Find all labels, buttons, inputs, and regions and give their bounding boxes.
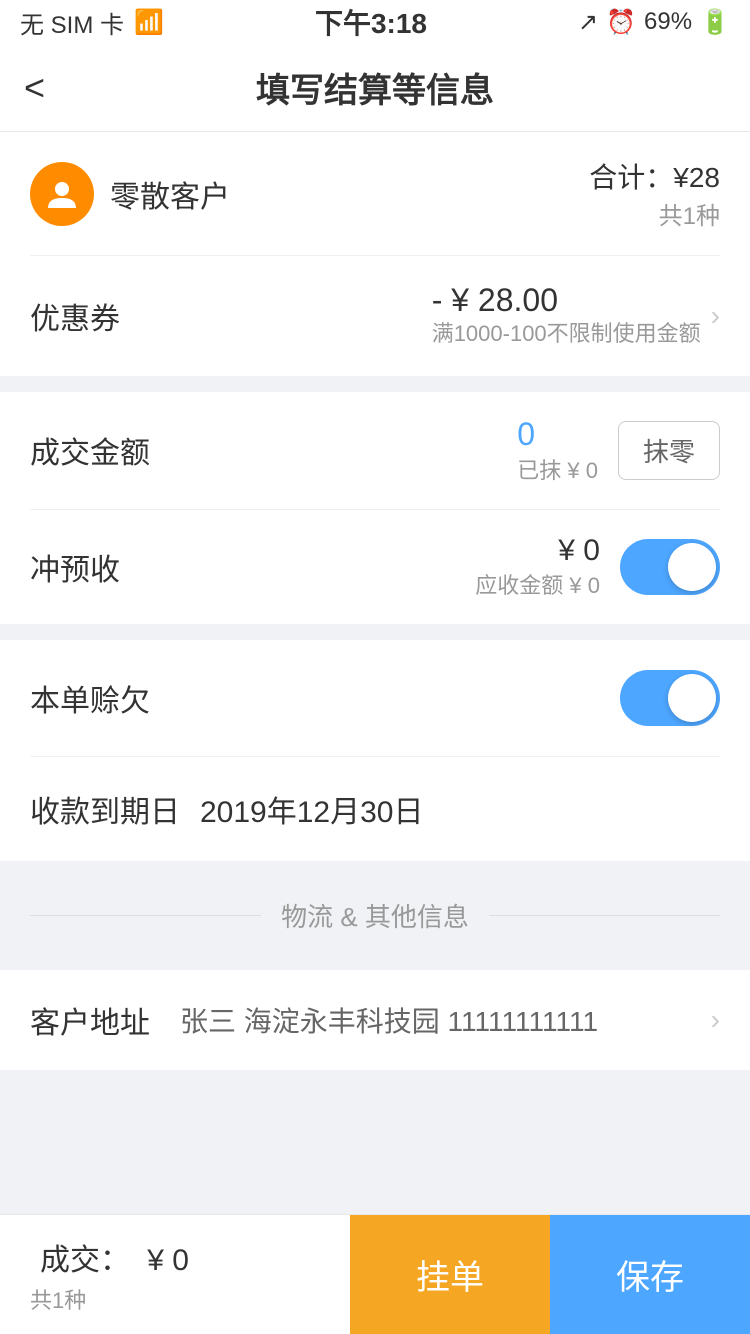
- prepay-right: ¥ 0 应收金额 ¥ 0: [475, 534, 720, 600]
- customer-section: 零散客户 合计：¥28 共1种 优惠券 - ¥ 28.00 满1000-100不…: [0, 132, 750, 376]
- total-count: 共1种: [589, 196, 720, 231]
- due-date-value: 2019年12月30日: [200, 787, 423, 831]
- save-button[interactable]: 保存: [550, 1215, 750, 1334]
- customer-name: 零散客户: [110, 172, 230, 216]
- coupon-desc: 满1000-100不限制使用金额: [432, 319, 701, 350]
- prepay-label: 冲预收: [30, 545, 120, 589]
- wifi-icon: 📶: [134, 8, 164, 37]
- amount-sub: 已抹 ¥ 0: [517, 453, 598, 485]
- battery-label: 69%: [644, 8, 692, 36]
- alarm-icon: ⏰: [606, 8, 636, 37]
- coupon-chevron-icon: ›: [711, 300, 720, 332]
- prepay-receivable: 应收金额 ¥ 0: [475, 568, 600, 600]
- prepay-row: 冲预收 ¥ 0 应收金额 ¥ 0: [30, 510, 720, 624]
- debt-row: 本单赊欠: [30, 640, 720, 757]
- round-zero-button[interactable]: 抹零: [618, 421, 720, 480]
- amount-value: 0: [517, 416, 598, 453]
- transaction-section: 成交金额 0 已抹 ¥ 0 抹零 冲预收 ¥ 0 应收金额 ¥ 0: [0, 392, 750, 624]
- location-icon: ↗: [578, 8, 598, 37]
- customer-row: 零散客户 合计：¥28 共1种: [0, 132, 750, 255]
- coupon-right: - ¥ 28.00 满1000-100不限制使用金额 ›: [432, 282, 720, 350]
- nav-bar: < 填写结算等信息: [0, 44, 750, 132]
- date-row: 收款到期日 2019年12月30日: [30, 757, 720, 861]
- due-date-label: 收款到期日: [30, 787, 180, 831]
- transaction-amount-right: 0 已抹 ¥ 0 抹零: [517, 416, 720, 485]
- address-row[interactable]: 客户地址 张三 海淀永丰科技园 11111111111 ›: [0, 970, 750, 1070]
- status-bar: 无 SIM 卡 📶 下午3:18 ↗ ⏰ 69% 🔋: [0, 0, 750, 44]
- hold-button[interactable]: 挂单: [350, 1215, 550, 1334]
- coupon-info: - ¥ 28.00 满1000-100不限制使用金额: [432, 282, 701, 350]
- address-section: 客户地址 张三 海淀永丰科技园 11111111111 ›: [0, 970, 750, 1070]
- debt-section: 本单赊欠 收款到期日 2019年12月30日: [0, 640, 750, 861]
- customer-avatar: [30, 162, 94, 226]
- transaction-amount-row: 成交金额 0 已抹 ¥ 0 抹零: [30, 392, 720, 510]
- logistics-title: 物流 & 其他信息: [281, 897, 469, 934]
- bottom-info: 成交： ¥ 0 共1种: [0, 1235, 350, 1315]
- total-amount: 合计：¥28: [589, 156, 720, 196]
- prepay-amount: ¥ 0: [475, 534, 600, 568]
- status-left: 无 SIM 卡 📶: [20, 5, 164, 40]
- bottom-deal: 成交： ¥ 0: [30, 1235, 320, 1279]
- deal-amount: ¥ 0: [147, 1244, 189, 1277]
- address-label: 客户地址: [30, 998, 150, 1042]
- status-right: ↗ ⏰ 69% 🔋: [578, 8, 730, 37]
- coupon-label: 优惠券: [30, 294, 120, 338]
- bottom-count: 共1种: [30, 1283, 320, 1315]
- bottom-bar: 成交： ¥ 0 共1种 挂单 保存: [0, 1214, 750, 1334]
- coupon-discount: - ¥ 28.00: [432, 282, 701, 319]
- prepay-info: ¥ 0 应收金额 ¥ 0: [475, 534, 600, 600]
- amount-info: 0 已抹 ¥ 0: [517, 416, 598, 485]
- coupon-row[interactable]: 优惠券 - ¥ 28.00 满1000-100不限制使用金额 ›: [0, 256, 750, 376]
- transaction-amount-label: 成交金额: [30, 428, 150, 472]
- logistics-header: 物流 & 其他信息: [0, 877, 750, 954]
- address-chevron-icon: ›: [711, 1004, 720, 1036]
- page-title: 填写结算等信息: [256, 63, 494, 112]
- address-value: 张三 海淀永丰科技园 11111111111: [180, 1000, 681, 1040]
- prepay-toggle[interactable]: [620, 539, 720, 595]
- debt-label: 本单赊欠: [30, 676, 150, 720]
- battery-icon: 🔋: [700, 8, 730, 37]
- debt-toggle[interactable]: [620, 670, 720, 726]
- deal-label: 成交：: [40, 1244, 130, 1277]
- status-time: 下午3:18: [315, 2, 427, 42]
- sim-status: 无 SIM 卡: [20, 5, 124, 40]
- back-button[interactable]: <: [24, 67, 45, 109]
- customer-total: 合计：¥28 共1种: [589, 156, 720, 231]
- customer-left: 零散客户: [30, 162, 230, 226]
- logistics-section: 物流 & 其他信息: [0, 877, 750, 954]
